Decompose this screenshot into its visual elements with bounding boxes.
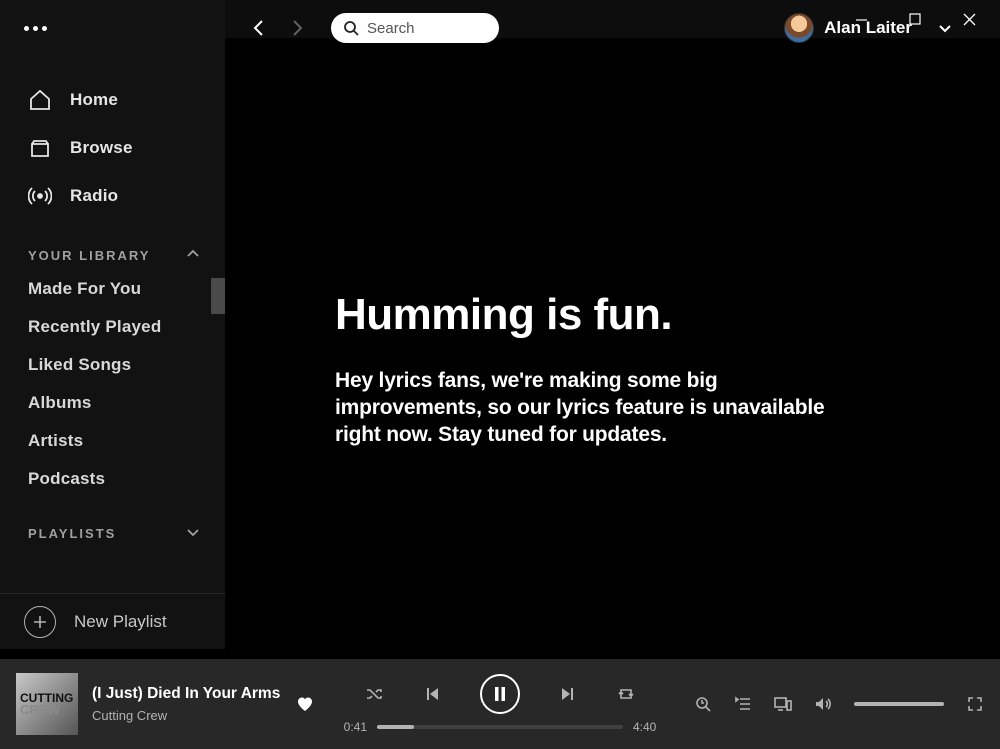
plus-icon <box>24 606 56 638</box>
library-item-albums[interactable]: Albums <box>0 384 225 422</box>
hero-subtitle: Hey lyrics fans, we're making some big i… <box>335 368 865 449</box>
search-input[interactable] <box>367 20 487 37</box>
fullscreen-button[interactable] <box>966 695 984 713</box>
library-title: YOUR LIBRARY <box>28 248 150 263</box>
nav-radio[interactable]: Radio <box>0 172 225 220</box>
nav-browse[interactable]: Browse <box>0 124 225 172</box>
library-item-artists[interactable]: Artists <box>0 422 225 460</box>
menu-dots-button[interactable] <box>0 0 225 56</box>
sidebar-scrollbar[interactable] <box>211 278 225 314</box>
pause-button[interactable] <box>480 674 520 714</box>
track-artist[interactable]: Cutting Crew <box>92 708 280 723</box>
home-icon <box>28 88 52 112</box>
library-item-liked-songs[interactable]: Liked Songs <box>0 346 225 384</box>
library-item-recently-played[interactable]: Recently Played <box>0 308 225 346</box>
hero-title: Humming is fun. <box>335 290 940 340</box>
nav-label: Home <box>70 90 118 110</box>
chevron-down-icon[interactable] <box>185 524 203 542</box>
lyrics-button[interactable] <box>694 695 712 713</box>
volume-button[interactable] <box>814 695 832 713</box>
queue-button[interactable] <box>734 695 752 713</box>
search-field[interactable] <box>331 13 499 43</box>
shuffle-button[interactable] <box>364 684 384 704</box>
search-icon <box>343 20 359 36</box>
time-duration: 4:40 <box>633 720 656 734</box>
devices-button[interactable] <box>774 695 792 713</box>
sidebar: Home Browse Radio YOUR LIBRARY Made For … <box>0 0 225 649</box>
chevron-up-icon[interactable] <box>185 246 203 264</box>
library-header[interactable]: YOUR LIBRARY <box>0 246 225 270</box>
browse-icon <box>28 136 52 160</box>
new-playlist-label: New Playlist <box>74 612 167 632</box>
chevron-down-icon <box>936 19 954 37</box>
track-title[interactable]: (I Just) Died In Your Arms <box>92 685 280 703</box>
content-header: Alan Laiter <box>225 0 1000 56</box>
like-button[interactable] <box>296 695 314 713</box>
main-content: Alan Laiter Humming is fun. Hey lyrics f… <box>225 0 1000 649</box>
previous-button[interactable] <box>422 684 442 704</box>
repeat-button[interactable] <box>616 684 636 704</box>
album-art[interactable]: CUTTING CREW <box>16 673 78 735</box>
nav-label: Browse <box>70 138 133 158</box>
now-playing-bar: CUTTING CREW (I Just) Died In Your Arms … <box>0 659 1000 749</box>
nav-forward-button[interactable] <box>285 16 309 40</box>
username: Alan Laiter <box>824 18 912 38</box>
nav-back-button[interactable] <box>247 16 271 40</box>
library-item-podcasts[interactable]: Podcasts <box>0 460 225 498</box>
progress-bar[interactable] <box>377 725 623 729</box>
library-item-made-for-you[interactable]: Made For You <box>0 270 225 308</box>
nav-home[interactable]: Home <box>0 76 225 124</box>
playlists-header[interactable]: PLAYLISTS <box>0 524 225 548</box>
volume-slider[interactable] <box>854 702 944 706</box>
radio-icon <box>28 184 52 208</box>
next-button[interactable] <box>558 684 578 704</box>
playlists-title: PLAYLISTS <box>28 526 116 541</box>
new-playlist-button[interactable]: New Playlist <box>0 593 225 649</box>
user-menu[interactable]: Alan Laiter <box>784 13 954 43</box>
nav-label: Radio <box>70 186 118 206</box>
progress-fill <box>377 725 414 729</box>
time-elapsed: 0:41 <box>344 720 367 734</box>
avatar <box>784 13 814 43</box>
